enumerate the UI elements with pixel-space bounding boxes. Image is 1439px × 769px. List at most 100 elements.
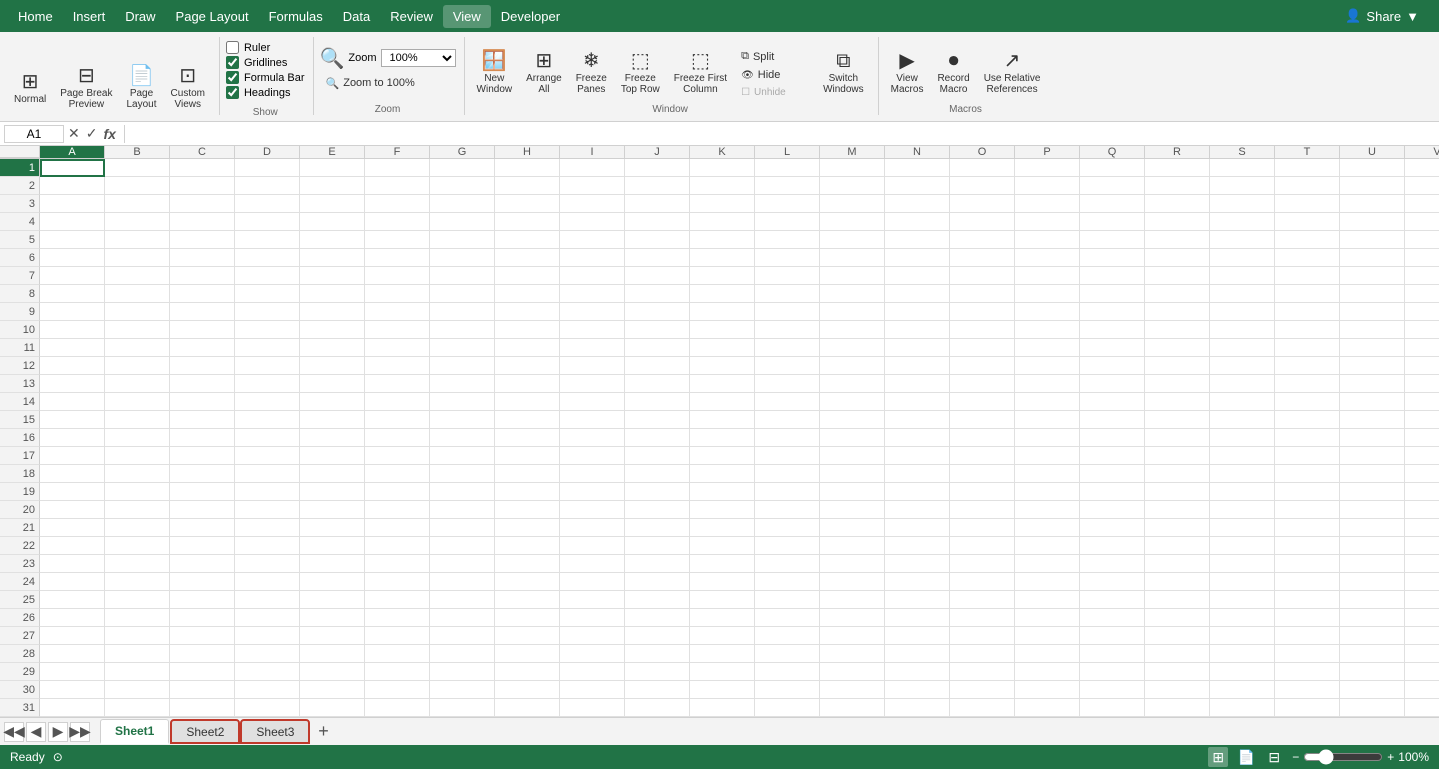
cell-N10[interactable] <box>885 321 950 339</box>
confirm-icon[interactable]: ✓ <box>86 125 98 142</box>
cell-P14[interactable] <box>1015 393 1080 411</box>
row-num-28[interactable]: 28 <box>0 645 40 663</box>
cell-B25[interactable] <box>105 591 170 609</box>
cell-E7[interactable] <box>300 267 365 285</box>
cell-K24[interactable] <box>690 573 755 591</box>
cell-J7[interactable] <box>625 267 690 285</box>
cell-Q30[interactable] <box>1080 681 1145 699</box>
col-header-N[interactable]: N <box>885 146 950 158</box>
cell-N13[interactable] <box>885 375 950 393</box>
cell-L3[interactable] <box>755 195 820 213</box>
cell-L30[interactable] <box>755 681 820 699</box>
cell-D20[interactable] <box>235 501 300 519</box>
cell-G8[interactable] <box>430 285 495 303</box>
cell-E25[interactable] <box>300 591 365 609</box>
cell-C11[interactable] <box>170 339 235 357</box>
cell-K5[interactable] <box>690 231 755 249</box>
cell-Q23[interactable] <box>1080 555 1145 573</box>
cell-I30[interactable] <box>560 681 625 699</box>
cell-M28[interactable] <box>820 645 885 663</box>
cell-H5[interactable] <box>495 231 560 249</box>
cell-J29[interactable] <box>625 663 690 681</box>
cell-I18[interactable] <box>560 465 625 483</box>
cell-G13[interactable] <box>430 375 495 393</box>
cell-H30[interactable] <box>495 681 560 699</box>
cell-E20[interactable] <box>300 501 365 519</box>
cell-H3[interactable] <box>495 195 560 213</box>
cell-G5[interactable] <box>430 231 495 249</box>
cell-T30[interactable] <box>1275 681 1340 699</box>
cell-R10[interactable] <box>1145 321 1210 339</box>
cell-L16[interactable] <box>755 429 820 447</box>
cell-P9[interactable] <box>1015 303 1080 321</box>
cell-O26[interactable] <box>950 609 1015 627</box>
cell-D8[interactable] <box>235 285 300 303</box>
cell-U30[interactable] <box>1340 681 1405 699</box>
cell-C1[interactable] <box>170 159 235 177</box>
cell-S25[interactable] <box>1210 591 1275 609</box>
cell-J10[interactable] <box>625 321 690 339</box>
menu-draw[interactable]: Draw <box>115 5 165 28</box>
col-header-O[interactable]: O <box>950 146 1015 158</box>
cell-O7[interactable] <box>950 267 1015 285</box>
cell-Q25[interactable] <box>1080 591 1145 609</box>
cell-P11[interactable] <box>1015 339 1080 357</box>
cell-E3[interactable] <box>300 195 365 213</box>
cell-P2[interactable] <box>1015 177 1080 195</box>
cell-U12[interactable] <box>1340 357 1405 375</box>
cell-D23[interactable] <box>235 555 300 573</box>
cell-K21[interactable] <box>690 519 755 537</box>
cell-E27[interactable] <box>300 627 365 645</box>
cell-L2[interactable] <box>755 177 820 195</box>
cell-I8[interactable] <box>560 285 625 303</box>
cell-G26[interactable] <box>430 609 495 627</box>
cell-K8[interactable] <box>690 285 755 303</box>
cell-H23[interactable] <box>495 555 560 573</box>
cell-V4[interactable] <box>1405 213 1439 231</box>
cell-P13[interactable] <box>1015 375 1080 393</box>
cell-L1[interactable] <box>755 159 820 177</box>
cell-E10[interactable] <box>300 321 365 339</box>
col-header-Q[interactable]: Q <box>1080 146 1145 158</box>
cell-reference-box[interactable] <box>4 125 64 143</box>
cell-D28[interactable] <box>235 645 300 663</box>
cell-T4[interactable] <box>1275 213 1340 231</box>
new-window-button[interactable]: 🪟 New Window <box>471 46 519 100</box>
hide-button[interactable]: 👁 Hide <box>735 67 815 83</box>
cell-L28[interactable] <box>755 645 820 663</box>
cell-Q10[interactable] <box>1080 321 1145 339</box>
cell-N19[interactable] <box>885 483 950 501</box>
cell-P28[interactable] <box>1015 645 1080 663</box>
cell-O28[interactable] <box>950 645 1015 663</box>
cell-B2[interactable] <box>105 177 170 195</box>
cell-S10[interactable] <box>1210 321 1275 339</box>
cell-U14[interactable] <box>1340 393 1405 411</box>
cell-N11[interactable] <box>885 339 950 357</box>
cell-F15[interactable] <box>365 411 430 429</box>
cell-H18[interactable] <box>495 465 560 483</box>
cell-N28[interactable] <box>885 645 950 663</box>
cell-T15[interactable] <box>1275 411 1340 429</box>
tab-nav-last[interactable]: ▶▶ <box>70 722 90 742</box>
cell-B19[interactable] <box>105 483 170 501</box>
cell-V13[interactable] <box>1405 375 1439 393</box>
cell-V2[interactable] <box>1405 177 1439 195</box>
cell-G7[interactable] <box>430 267 495 285</box>
cell-B14[interactable] <box>105 393 170 411</box>
cell-D2[interactable] <box>235 177 300 195</box>
cell-M23[interactable] <box>820 555 885 573</box>
cell-M16[interactable] <box>820 429 885 447</box>
cell-B22[interactable] <box>105 537 170 555</box>
col-header-V[interactable]: V <box>1405 146 1439 158</box>
cell-D21[interactable] <box>235 519 300 537</box>
cell-M25[interactable] <box>820 591 885 609</box>
cell-I6[interactable] <box>560 249 625 267</box>
cell-I25[interactable] <box>560 591 625 609</box>
cell-U22[interactable] <box>1340 537 1405 555</box>
cell-T7[interactable] <box>1275 267 1340 285</box>
cell-R19[interactable] <box>1145 483 1210 501</box>
cell-U26[interactable] <box>1340 609 1405 627</box>
cell-A24[interactable] <box>40 573 105 591</box>
cell-D16[interactable] <box>235 429 300 447</box>
cell-B15[interactable] <box>105 411 170 429</box>
